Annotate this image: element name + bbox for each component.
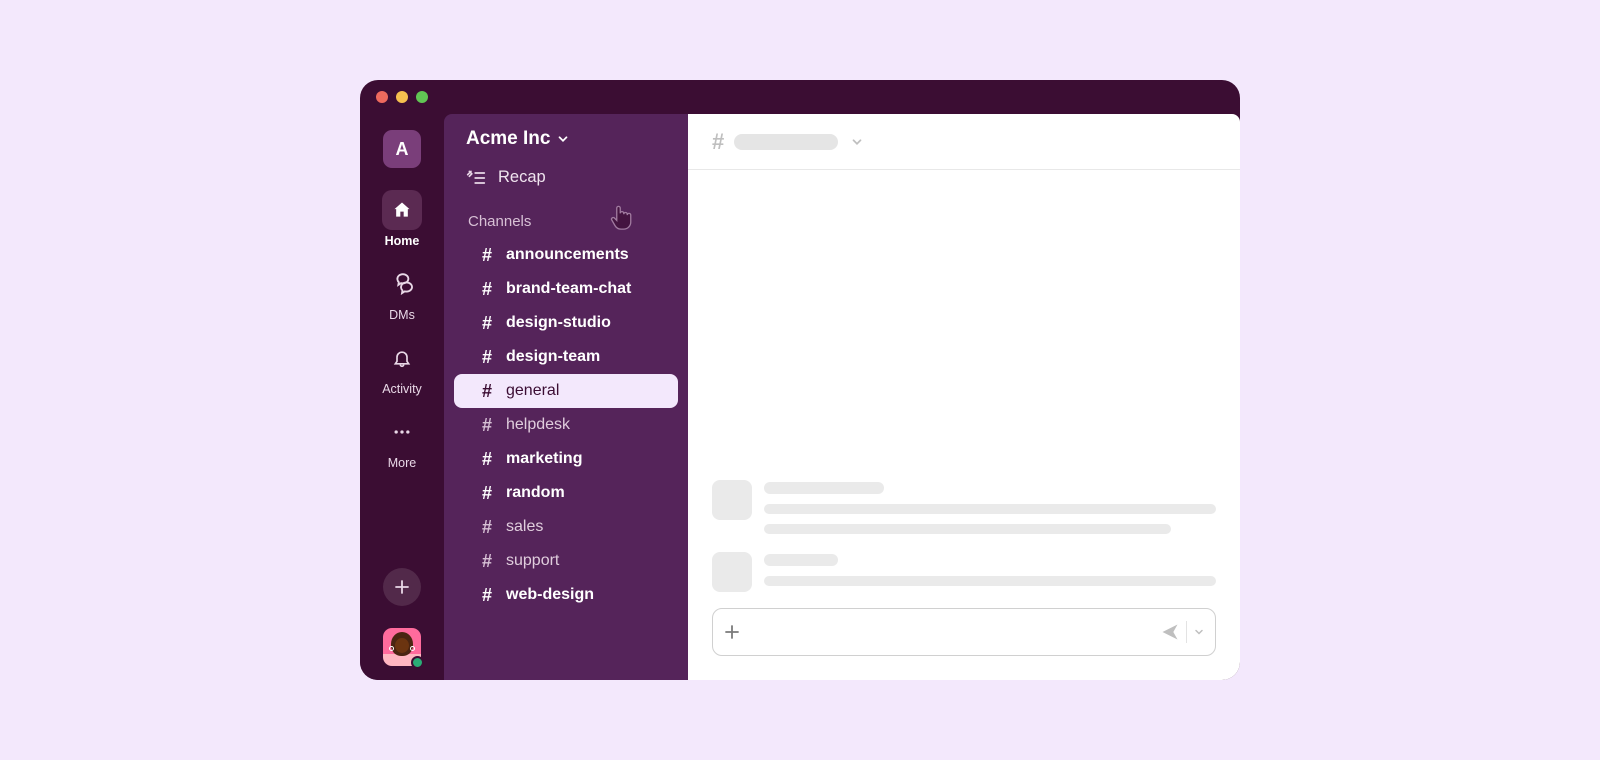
- recap-button[interactable]: Recap: [444, 160, 688, 197]
- channel-name: general: [506, 378, 559, 404]
- channel-design-team[interactable]: # design-team: [454, 340, 678, 374]
- user-avatar[interactable]: [383, 628, 421, 666]
- hash-icon: #: [480, 344, 494, 370]
- channel-name: random: [506, 480, 565, 506]
- hash-icon: #: [480, 548, 494, 574]
- bell-icon: [382, 338, 422, 378]
- hash-icon: #: [712, 129, 724, 155]
- channels-heading-label: Channels: [468, 213, 531, 230]
- message-avatar-placeholder: [712, 480, 752, 520]
- channel-sales[interactable]: # sales: [454, 510, 678, 544]
- traffic-light-minimize[interactable]: [396, 91, 408, 103]
- recap-icon: [466, 169, 486, 187]
- channel-name: sales: [506, 514, 543, 540]
- rail-item-label: Home: [385, 234, 420, 248]
- hash-icon: #: [480, 242, 494, 268]
- message-avatar-placeholder: [712, 552, 752, 592]
- message-text-placeholder: [764, 576, 1216, 586]
- workspace-menu-button[interactable]: Acme Inc: [444, 128, 688, 160]
- hash-icon: #: [480, 378, 494, 404]
- message-author-placeholder: [764, 554, 838, 566]
- recap-label: Recap: [498, 168, 546, 187]
- message-placeholder: [712, 480, 1216, 534]
- channel-marketing[interactable]: # marketing: [454, 442, 678, 476]
- channel-announcements[interactable]: # announcements: [454, 238, 678, 272]
- send-icon[interactable]: [1160, 622, 1180, 642]
- message-text-placeholder: [764, 504, 1216, 514]
- channel-list: # announcements # brand-team-chat # design-st…: [444, 238, 688, 612]
- hash-icon: #: [480, 412, 494, 438]
- channel-general[interactable]: # general: [454, 374, 678, 408]
- home-icon: [382, 190, 422, 230]
- channel-design-studio[interactable]: # design-studio: [454, 306, 678, 340]
- rail-item-activity[interactable]: Activity: [370, 338, 434, 402]
- channel-support[interactable]: # support: [454, 544, 678, 578]
- channel-helpdesk[interactable]: # helpdesk: [454, 408, 678, 442]
- traffic-light-close[interactable]: [376, 91, 388, 103]
- hash-icon: #: [480, 310, 494, 336]
- window-titlebar: [360, 80, 1240, 114]
- create-new-button[interactable]: [383, 568, 421, 606]
- channel-name: brand-team-chat: [506, 276, 631, 302]
- navigation-rail: A Home DMs Activity: [360, 114, 444, 680]
- channel-name: announcements: [506, 242, 629, 268]
- channel-name: design-team: [506, 344, 600, 370]
- main-content: #: [688, 114, 1240, 680]
- chevron-down-icon[interactable]: [1193, 626, 1205, 638]
- rail-item-label: Activity: [382, 382, 422, 396]
- channel-name: web-design: [506, 582, 594, 608]
- channel-title-placeholder: [734, 134, 838, 150]
- hash-icon: #: [480, 582, 494, 608]
- hash-icon: #: [480, 480, 494, 506]
- message-author-placeholder: [764, 482, 884, 494]
- hash-icon: #: [480, 446, 494, 472]
- channel-web-design[interactable]: # web-design: [454, 578, 678, 612]
- channel-name: support: [506, 548, 559, 574]
- channels-section-header[interactable]: Channels: [444, 197, 688, 238]
- presence-indicator: [411, 656, 424, 669]
- message-text-placeholder: [764, 524, 1171, 534]
- channel-header[interactable]: #: [688, 114, 1240, 170]
- chevron-down-icon: [556, 132, 570, 146]
- channel-name: marketing: [506, 446, 582, 472]
- channel-random[interactable]: # random: [454, 476, 678, 510]
- composer-attach-button[interactable]: [723, 623, 751, 641]
- more-icon: [382, 412, 422, 452]
- divider: [1186, 621, 1187, 643]
- rail-item-home[interactable]: Home: [370, 190, 434, 254]
- rail-item-more[interactable]: More: [370, 412, 434, 476]
- channel-name: design-studio: [506, 310, 611, 336]
- workspace-switcher[interactable]: A: [383, 130, 421, 168]
- app-body: A Home DMs Activity: [360, 114, 1240, 680]
- dms-icon: [382, 264, 422, 304]
- send-button-group: [1160, 621, 1205, 643]
- channel-sidebar: Acme Inc Recap Channels #an: [444, 114, 688, 680]
- message-composer[interactable]: [712, 608, 1216, 656]
- hash-icon: #: [480, 276, 494, 302]
- rail-item-dms[interactable]: DMs: [370, 264, 434, 328]
- chevron-down-icon: [850, 135, 864, 149]
- hash-icon: #: [480, 514, 494, 540]
- message-list: [688, 170, 1240, 608]
- channel-brand-team-chat[interactable]: # brand-team-chat: [454, 272, 678, 306]
- rail-item-label: DMs: [389, 308, 415, 322]
- channel-name: helpdesk: [506, 412, 570, 438]
- workspace-name: Acme Inc: [466, 128, 550, 150]
- app-window: A Home DMs Activity: [360, 80, 1240, 680]
- message-placeholder: [712, 552, 1216, 592]
- rail-item-label: More: [388, 456, 416, 470]
- cursor-pointer-icon: [608, 201, 636, 231]
- traffic-light-zoom[interactable]: [416, 91, 428, 103]
